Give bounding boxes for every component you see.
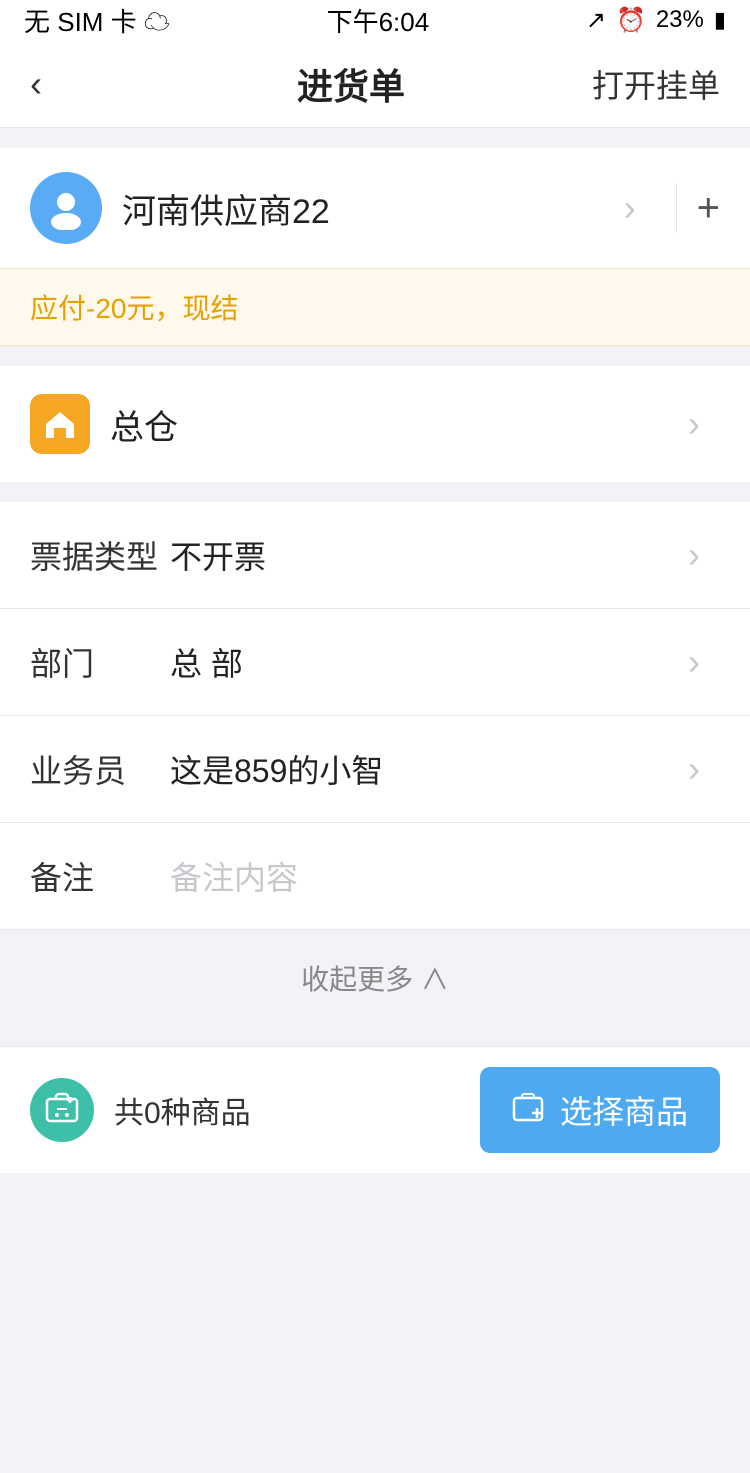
- status-time: 下午6:04: [327, 2, 430, 39]
- notice-bar: 应付-20元，现结: [0, 268, 750, 346]
- battery-text: 23%: [656, 6, 704, 34]
- battery-icon: ▮: [714, 7, 726, 33]
- form-card: 票据类型 不开票 › 部门 总 部 › 业务员 这是859的小智 › 备注 备注…: [0, 502, 750, 929]
- rest-background: [0, 1173, 750, 1473]
- product-count: 共0种商品: [114, 1088, 480, 1132]
- salesman-value: 这是859的小智: [170, 746, 688, 792]
- supplier-name: 河南供应商22: [122, 184, 624, 233]
- invoice-type-value: 不开票: [170, 532, 688, 578]
- status-right: ↗ ⏰ 23% ▮: [586, 6, 726, 35]
- status-bar: 无 SIM 卡 ☁ 下午6:04 ↗ ⏰ 23% ▮: [0, 0, 750, 40]
- remark-placeholder[interactable]: 备注内容: [170, 853, 720, 899]
- cart-icon-wrap: [30, 1078, 94, 1142]
- collapse-bar[interactable]: 收起更多 ∧: [0, 929, 750, 1026]
- remark-row[interactable]: 备注 备注内容: [0, 822, 750, 929]
- invoice-type-label: 票据类型: [30, 532, 170, 578]
- location-icon: ↗: [586, 6, 606, 35]
- main-content: 河南供应商22 › + 应付-20元，现结 总仓 › 票据类型 不开票 ›: [0, 128, 750, 1473]
- gap-3: [0, 482, 750, 502]
- warehouse-icon: [30, 394, 90, 454]
- department-label: 部门: [30, 639, 170, 685]
- invoice-type-row[interactable]: 票据类型 不开票 ›: [0, 502, 750, 608]
- invoice-chevron-icon: ›: [688, 534, 700, 576]
- gap-2: [0, 346, 750, 366]
- supplier-avatar: [30, 172, 102, 244]
- warehouse-name: 总仓: [110, 400, 688, 449]
- select-product-label: 选择商品: [560, 1087, 688, 1133]
- warehouse-row[interactable]: 总仓 ›: [0, 366, 750, 482]
- bottom-bar: 共0种商品 选择商品: [0, 1046, 750, 1173]
- supplier-card: 河南供应商22 › + 应付-20元，现结: [0, 148, 750, 346]
- status-left: 无 SIM 卡 ☁: [24, 2, 170, 39]
- vertical-divider: [676, 183, 677, 233]
- signal-text: 无 SIM 卡 ☁: [24, 2, 170, 39]
- salesman-label: 业务员: [30, 746, 170, 792]
- alarm-icon: ⏰: [616, 6, 646, 35]
- add-button[interactable]: +: [697, 186, 720, 231]
- remark-label: 备注: [30, 853, 170, 899]
- supplier-row[interactable]: 河南供应商22 › +: [0, 148, 750, 268]
- back-button[interactable]: ‹: [30, 63, 110, 105]
- open-hang-button[interactable]: 打开挂单: [592, 61, 720, 107]
- department-value: 总 部: [170, 639, 688, 685]
- gap-1: [0, 128, 750, 148]
- department-chevron-icon: ›: [688, 641, 700, 683]
- salesman-row[interactable]: 业务员 这是859的小智 ›: [0, 715, 750, 822]
- nav-bar: ‹ 进货单 打开挂单: [0, 40, 750, 128]
- page-title: 进货单: [297, 58, 405, 110]
- warehouse-card: 总仓 ›: [0, 366, 750, 482]
- warehouse-chevron-icon: ›: [688, 403, 700, 445]
- select-product-button[interactable]: 选择商品: [480, 1067, 720, 1153]
- department-row[interactable]: 部门 总 部 ›: [0, 608, 750, 715]
- chevron-right-icon: ›: [624, 187, 636, 229]
- salesman-chevron-icon: ›: [688, 748, 700, 790]
